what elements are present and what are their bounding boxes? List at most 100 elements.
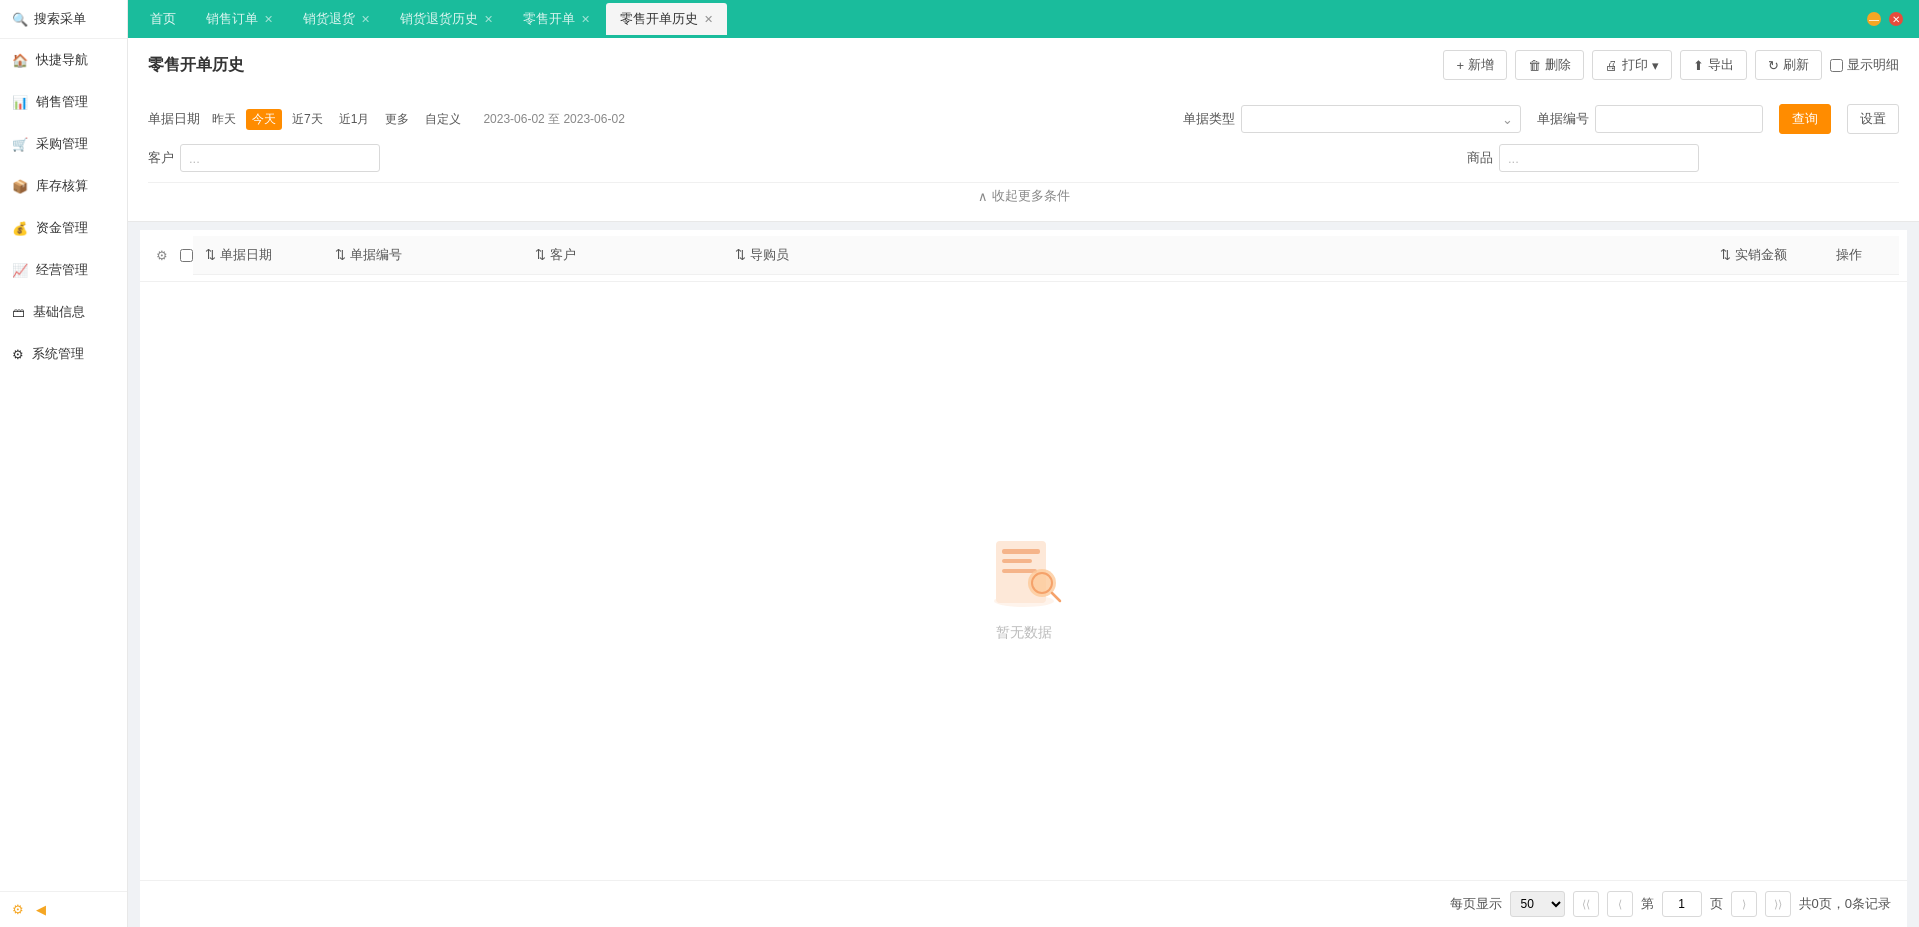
sidebar-item-quick-nav[interactable]: 🏠 快捷导航	[0, 39, 127, 81]
toolbar: + 新增 🗑 删除 🖨 打印 ▾ ⬆ 导出	[1443, 50, 1899, 80]
sidebar: 🔍 搜索采单 🏠 快捷导航 📊 销售管理 🛒 采购管理 📦 库存核算 💰 资金管…	[0, 0, 128, 927]
sidebar-item-system[interactable]: ⚙ 系统管理	[0, 333, 127, 375]
main-area: 首页 销售订单 ✕ 销货退货 ✕ 销货退货历史 ✕ 零售开单 ✕ 零售开单历史 …	[128, 0, 1919, 927]
close-btn[interactable]: ✕	[1889, 12, 1903, 26]
sidebar-item-basic-info[interactable]: 🗃 基础信息	[0, 291, 127, 333]
sidebar-collapse-btn[interactable]: ◀	[36, 902, 46, 917]
doc-no-input[interactable]	[1595, 105, 1763, 133]
delete-icon: 🗑	[1528, 58, 1541, 73]
shortcut-1month[interactable]: 近1月	[333, 109, 376, 130]
product-select-btn[interactable]: ...	[1499, 144, 1699, 172]
delete-button[interactable]: 🗑 删除	[1515, 50, 1584, 80]
tab-sales-order-close[interactable]: ✕	[264, 13, 273, 26]
prev-page-btn[interactable]: ⟨	[1607, 891, 1633, 917]
col-no[interactable]: ⇅ 单据编号	[323, 236, 523, 275]
shortcut-custom[interactable]: 自定义	[419, 109, 467, 130]
date-filter-label: 单据日期	[148, 110, 200, 128]
sidebar-item-inventory[interactable]: 📦 库存核算	[0, 165, 127, 207]
col-customer[interactable]: ⇅ 客户	[523, 236, 723, 275]
export-button[interactable]: ⬆ 导出	[1680, 50, 1747, 80]
data-table: ⇅ 单据日期 ⇅ 单据编号 ⇅ 客户 ⇅ 导购员	[193, 236, 1899, 275]
tab-home[interactable]: 首页	[136, 4, 190, 34]
page-input[interactable]	[1662, 891, 1702, 917]
window-controls: — ✕	[1867, 12, 1911, 26]
table-header-row: ⚙	[140, 230, 1907, 282]
sidebar-settings-btn[interactable]: ⚙	[12, 902, 24, 917]
export-icon: ⬆	[1693, 58, 1704, 73]
show-detail-input[interactable]	[1830, 59, 1843, 72]
show-detail-checkbox[interactable]: 显示明细	[1830, 56, 1899, 74]
sidebar-item-label: 销售管理	[36, 93, 88, 111]
customer-select-btn[interactable]: ...	[180, 144, 380, 172]
empty-state: 暂无数据	[140, 282, 1907, 880]
tab-retail-history-close[interactable]: ✕	[704, 13, 713, 26]
sidebar-item-sales-mgmt[interactable]: 📊 销售管理	[0, 81, 127, 123]
last-page-btn[interactable]: ⟩⟩	[1765, 891, 1791, 917]
doc-no-filter-field: 单据编号	[1537, 105, 1763, 133]
tab-sales-return-history-close[interactable]: ✕	[484, 13, 493, 26]
collapse-btn[interactable]: ∧ 收起更多条件	[978, 187, 1070, 205]
tab-sales-order[interactable]: 销售订单 ✕	[192, 3, 287, 35]
print-arrow: ▾	[1652, 58, 1659, 73]
sales-icon: 📊	[12, 95, 28, 110]
tab-sales-return[interactable]: 销货退货 ✕	[289, 3, 384, 35]
tab-retail-history[interactable]: 零售开单历史 ✕	[606, 3, 727, 35]
col-amount[interactable]: ⇅ 实销金额	[873, 236, 1799, 275]
svg-rect-3	[1002, 559, 1032, 563]
page-size-select[interactable]: 50 10 20 100	[1510, 891, 1565, 917]
shortcut-yesterday[interactable]: 昨天	[206, 109, 242, 130]
sidebar-item-label: 资金管理	[36, 219, 88, 237]
sidebar-search[interactable]: 🔍 搜索采单	[0, 0, 127, 39]
select-all-checkbox[interactable]	[180, 249, 193, 262]
empty-icon	[974, 521, 1074, 624]
add-button[interactable]: + 新增	[1443, 50, 1507, 80]
sidebar-item-operations[interactable]: 📈 经营管理	[0, 249, 127, 291]
tab-retail-open-close[interactable]: ✕	[581, 13, 590, 26]
filter-area: 单据日期 昨天 今天 近7天 近1月 更多 自定义 2023-06-02 至 2…	[148, 92, 1899, 221]
content-area: 零售开单历史 + 新增 🗑 删除 🖨 打印 ▾	[128, 38, 1919, 927]
page-header: 零售开单历史 + 新增 🗑 删除 🖨 打印 ▾	[128, 38, 1919, 222]
home-icon: 🏠	[12, 53, 28, 68]
finance-icon: 💰	[12, 221, 28, 236]
doc-type-select[interactable]	[1241, 105, 1521, 133]
table-container: ⚙	[140, 230, 1907, 880]
empty-text: 暂无数据	[996, 624, 1052, 642]
shortcut-today[interactable]: 今天	[246, 109, 282, 130]
next-page-btn[interactable]: ⟩	[1731, 891, 1757, 917]
delete-label: 删除	[1545, 56, 1571, 74]
content-body: ⚙	[128, 222, 1919, 927]
tab-retail-open[interactable]: 零售开单 ✕	[509, 3, 604, 35]
collapse-row: ∧ 收起更多条件	[148, 182, 1899, 209]
sidebar-item-purchase-mgmt[interactable]: 🛒 采购管理	[0, 123, 127, 165]
show-detail-label: 显示明细	[1847, 56, 1899, 74]
col-date[interactable]: ⇅ 单据日期	[193, 236, 323, 275]
first-page-btn[interactable]: ⟨⟨	[1573, 891, 1599, 917]
settings-label: 设置	[1860, 110, 1886, 128]
date-range-display: 2023-06-02 至 2023-06-02	[483, 111, 624, 128]
sidebar-item-label: 基础信息	[33, 303, 85, 321]
shortcut-more[interactable]: 更多	[379, 109, 415, 130]
shortcut-7days[interactable]: 近7天	[286, 109, 329, 130]
doc-type-label: 单据类型	[1183, 110, 1235, 128]
print-icon: 🖨	[1605, 58, 1618, 73]
col-action-label: 操作	[1836, 247, 1862, 262]
tab-sales-return-close[interactable]: ✕	[361, 13, 370, 26]
query-button[interactable]: 查询	[1779, 104, 1831, 134]
search-icon: 🔍	[12, 12, 28, 27]
purchase-icon: 🛒	[12, 137, 28, 152]
sidebar-item-label: 快捷导航	[36, 51, 88, 69]
sidebar-search-label: 搜索采单	[34, 10, 86, 28]
settings-button[interactable]: 设置	[1847, 104, 1899, 134]
inventory-icon: 📦	[12, 179, 28, 194]
tabs-bar: 首页 销售订单 ✕ 销货退货 ✕ 销货退货历史 ✕ 零售开单 ✕ 零售开单历史 …	[128, 0, 1919, 38]
tab-sales-return-history[interactable]: 销货退货历史 ✕	[386, 3, 507, 35]
print-button[interactable]: 🖨 打印 ▾	[1592, 50, 1672, 80]
col-salesperson[interactable]: ⇅ 导购员	[723, 236, 873, 275]
sidebar-item-finance[interactable]: 💰 资金管理	[0, 207, 127, 249]
minimize-btn[interactable]: —	[1867, 12, 1881, 26]
tab-sales-order-label: 销售订单	[206, 10, 258, 28]
col-date-label: ⇅ 单据日期	[205, 247, 272, 262]
col-action: 操作	[1799, 236, 1899, 275]
table-settings-btn[interactable]: ⚙	[148, 242, 176, 270]
refresh-button[interactable]: ↻ 刷新	[1755, 50, 1822, 80]
